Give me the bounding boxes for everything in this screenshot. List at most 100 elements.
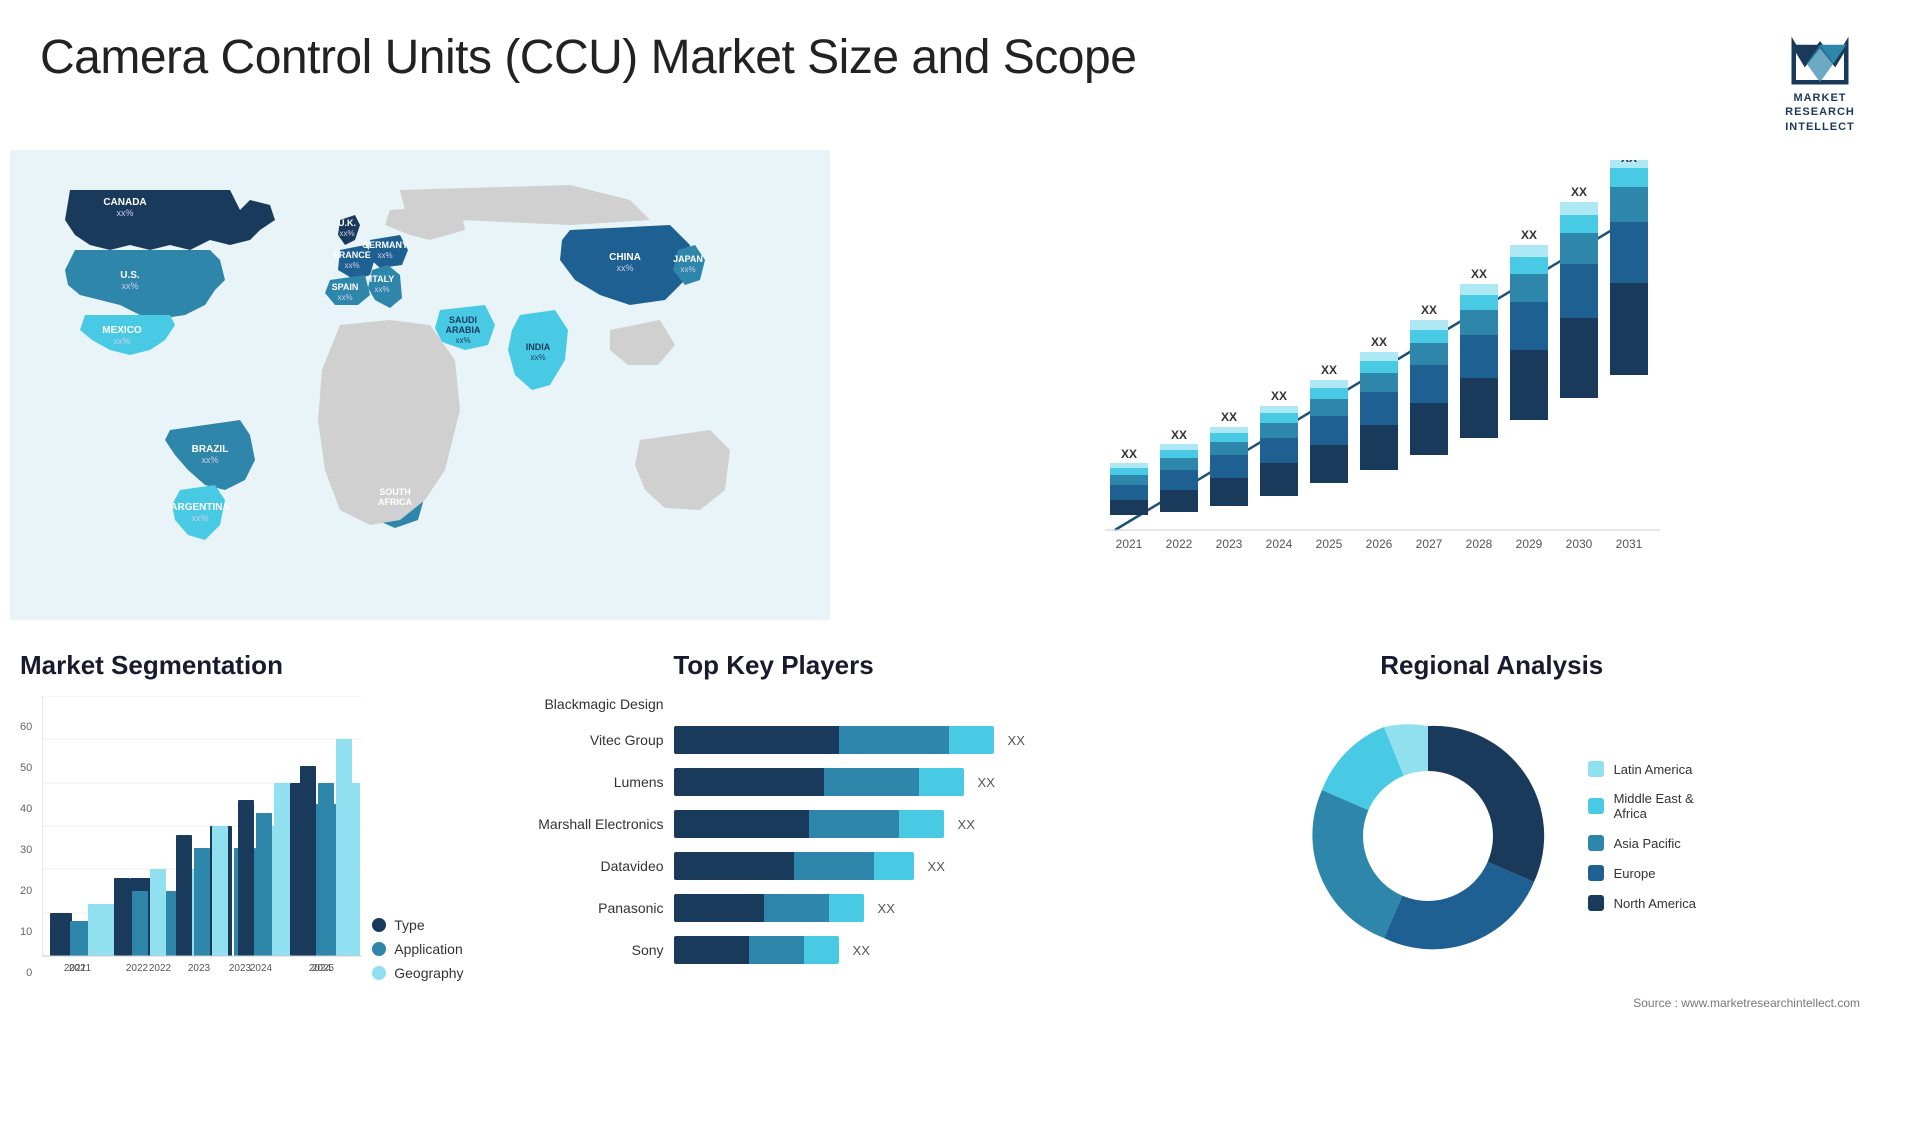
player-value-marshall: XX [958,817,975,832]
player-name-vitec: Vitec Group [504,732,664,748]
segmentation-section: Market Segmentation 60 50 40 30 20 10 0 [10,640,474,1110]
player-name-blackmagic: Blackmagic Design [504,696,664,712]
svg-text:2031: 2031 [1616,537,1643,551]
saudi-value: xx% [455,336,470,345]
saudi-label2: ARABIA [446,325,481,335]
regional-legend: Latin America Middle East &Africa Asia P… [1588,761,1696,911]
map-container: CANADA xx% U.S. xx% MEXICO xx% BRAZIL xx… [10,150,830,620]
svg-text:2021: 2021 [64,963,87,974]
world-map: CANADA xx% U.S. xx% MEXICO xx% BRAZIL xx… [10,150,830,620]
legend-apac: Asia Pacific [1588,835,1696,851]
mexico-label: MEXICO [102,325,142,336]
player-name-panasonic: Panasonic [504,900,664,916]
italy-label: ITALY [370,274,395,284]
player-name-lumens: Lumens [504,774,664,790]
legend-geo-label: Geography [394,965,463,981]
segmentation-chart-overlay: 2021 2022 2023 2024 [42,696,362,976]
svg-text:2024: 2024 [250,963,273,974]
svg-text:2022: 2022 [1166,537,1193,551]
y-label-30: 30 [20,844,32,856]
player-value-datavideo: XX [928,859,945,874]
svg-text:XX: XX [1121,447,1137,461]
bar-chart-section: XX XX XX XX [850,150,1910,630]
legend-app-dot [372,942,386,956]
bottom-row: Market Segmentation 60 50 40 30 20 10 0 [0,630,1920,1110]
growth-bar-chart: XX XX XX XX [870,160,1890,580]
italy-value: xx% [374,285,389,294]
france-value: xx% [344,261,359,270]
player-value-panasonic: XX [878,901,895,916]
svg-text:2026: 2026 [1366,537,1393,551]
svg-text:2027: 2027 [1416,537,1443,551]
legend-geo-dot [372,966,386,980]
legend-type: Type [372,917,463,933]
svg-text:2022: 2022 [126,963,149,974]
logo-icon [1790,36,1850,91]
player-row-vitec: Vitec Group XX [504,726,1044,754]
player-bar-marshall: XX [674,810,1044,838]
player-row-panasonic: Panasonic XX [504,894,1044,922]
top-row: CANADA xx% U.S. xx% MEXICO xx% BRAZIL xx… [0,150,1920,630]
germany-value: xx% [377,251,392,260]
svg-text:XX: XX [1521,228,1537,242]
y-label-60: 60 [20,721,32,733]
india-label: INDIA [526,342,551,352]
brazil-value: xx% [201,455,218,465]
india-value: xx% [530,353,545,362]
svg-text:XX: XX [1321,363,1337,377]
germany-label: GERMANY [362,240,408,250]
svg-text:XX: XX [1271,389,1287,403]
svg-text:2029: 2029 [1516,537,1543,551]
legend-mea-label: Middle East &Africa [1614,791,1694,821]
japan-value: xx% [680,265,695,274]
player-row-blackmagic: Blackmagic Design [504,696,1044,712]
legend-na-label: North America [1614,896,1696,911]
argentina-value: xx% [191,513,208,523]
svg-text:XX: XX [1571,185,1587,199]
saudi-label: SAUDI [449,315,477,325]
legend-latin-color [1588,761,1604,777]
legend-type-dot [372,918,386,932]
legend-europe-label: Europe [1614,866,1656,881]
china-value: xx% [616,263,633,273]
player-bar-sony: XX [674,936,1044,964]
svg-text:2028: 2028 [1466,537,1493,551]
svg-text:XX: XX [1171,428,1187,442]
header: Camera Control Units (CCU) Market Size a… [0,0,1920,150]
player-bar-lumens: XX [674,768,1044,796]
legend-north-america: North America [1588,895,1696,911]
legend-application: Application [372,941,463,957]
page-title: Camera Control Units (CCU) Market Size a… [40,30,1136,85]
svg-text:2021: 2021 [1116,537,1143,551]
y-label-20: 20 [20,885,32,897]
player-bar-panasonic: XX [674,894,1044,922]
player-bar-datavideo: XX [674,852,1044,880]
mexico-value: xx% [113,336,130,346]
spain-label: SPAIN [332,282,359,292]
legend-na-color [1588,895,1604,911]
legend-mea-color [1588,798,1604,814]
france-label: FRANCE [333,250,371,260]
uk-label: U.K. [338,218,356,228]
legend-europe: Europe [1588,865,1696,881]
player-name-sony: Sony [504,942,664,958]
source-text: Source : www.marketresearchintellect.com [1084,996,1900,1020]
player-bar-vitec: XX [674,726,1044,754]
player-row-sony: Sony XX [504,936,1044,964]
japan-label: JAPAN [673,254,703,264]
y-label-10: 10 [20,926,32,938]
svg-text:2023: 2023 [188,963,211,974]
svg-text:2025: 2025 [1316,537,1343,551]
china-label: CHINA [609,252,641,263]
y-label-0: 0 [20,967,32,979]
legend-apac-color [1588,835,1604,851]
logo-area: MARKET RESEARCH INTELLECT [1760,30,1880,140]
legend-app-label: Application [394,941,463,957]
southafrica-label: SOUTH [379,487,411,497]
legend-latin-america: Latin America [1588,761,1696,777]
svg-text:2030: 2030 [1566,537,1593,551]
player-value-vitec: XX [1008,733,1025,748]
svg-text:XX: XX [1371,335,1387,349]
legend-apac-label: Asia Pacific [1614,836,1681,851]
segmentation-legend: Type Application Geography [372,917,463,981]
